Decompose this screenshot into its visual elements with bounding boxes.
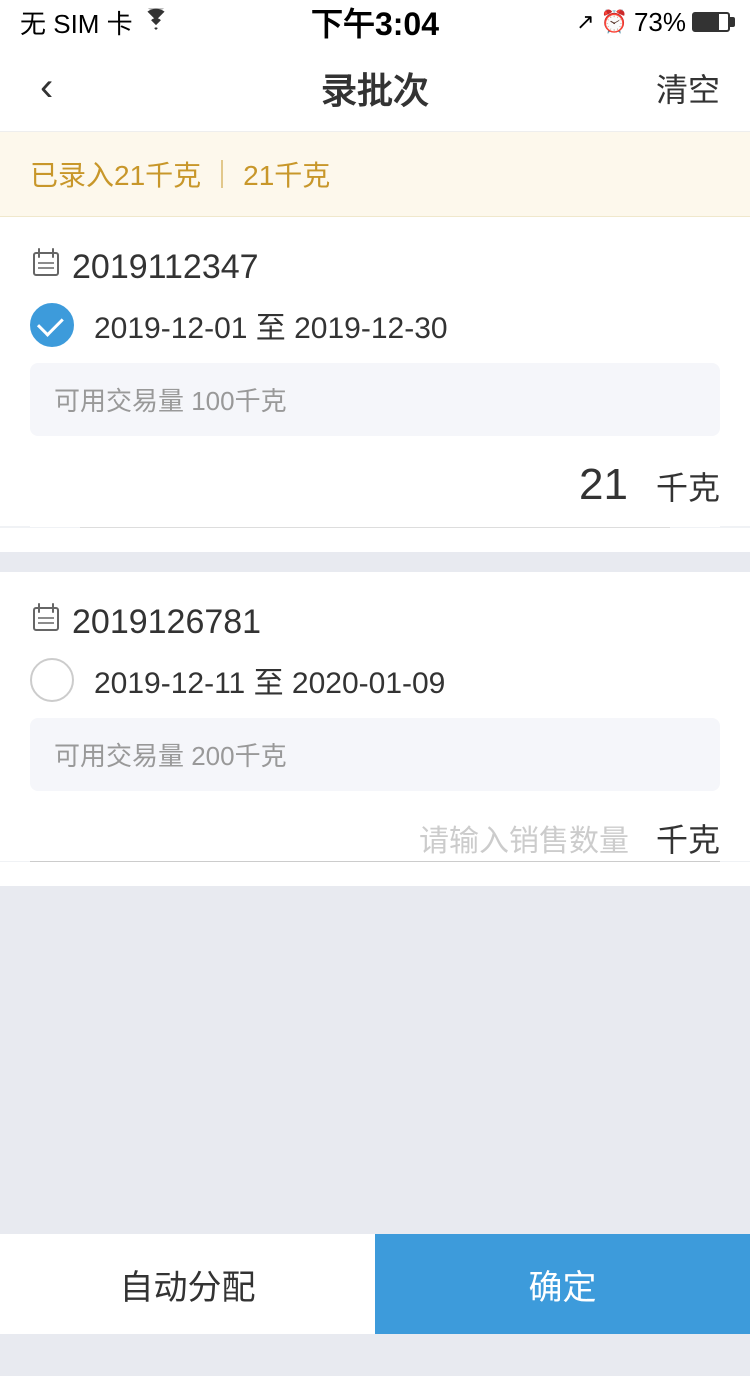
batch-1-radio[interactable] — [30, 303, 74, 347]
battery-icon — [692, 12, 730, 32]
batch-1-qty-row: 21 千克 — [0, 436, 750, 526]
batch-1-date: 2019-12-01 至 2019-12-30 — [94, 303, 448, 347]
batch-1-date-row: 2019-12-01 至 2019-12-30 — [30, 303, 720, 347]
page-title: 录批次 — [321, 62, 429, 114]
batch-2-input-row: 千克 — [0, 791, 750, 861]
status-left: 无 SIM 卡 — [20, 4, 171, 41]
batch-2-qty-input[interactable] — [344, 821, 644, 860]
section-divider — [0, 552, 750, 572]
recorded-value: 21千克 — [243, 154, 330, 194]
status-time: 下午3:04 — [311, 0, 439, 45]
auto-distribute-button[interactable]: 自动分配 — [0, 1234, 375, 1334]
confirm-button[interactable]: 确定 — [375, 1234, 750, 1334]
batch-1-card: 2019112347 2019-12-01 至 2019-12-30 可用交易量… — [0, 217, 750, 436]
batch-1-spacer — [0, 528, 750, 552]
back-button[interactable]: ‹ — [30, 55, 63, 120]
info-divider — [221, 160, 223, 188]
content-area: 2019112347 2019-12-01 至 2019-12-30 可用交易量… — [0, 217, 750, 1376]
bottom-bar: 自动分配 确定 — [0, 1234, 750, 1334]
batch-2-id: 2019126781 — [72, 603, 261, 642]
batch-2-date: 2019-12-11 至 2020-01-09 — [94, 658, 445, 702]
batch-1-qty-unit: 千克 — [656, 463, 720, 509]
alarm-icon: ⏰ — [601, 9, 628, 35]
status-right: ↗ ⏰ 73% — [576, 7, 730, 38]
recorded-label: 已录入21千克 — [30, 154, 201, 194]
batch-1-icon — [30, 247, 62, 287]
wifi-icon — [141, 8, 171, 37]
clear-button[interactable]: 清空 — [656, 65, 720, 111]
status-bar: 无 SIM 卡 下午3:04 ↗ ⏰ 73% — [0, 0, 750, 44]
batch-2-card: 2019126781 2019-12-11 至 2020-01-09 可用交易量… — [0, 572, 750, 791]
info-banner: 已录入21千克 21千克 — [0, 132, 750, 217]
location-icon: ↗ — [576, 9, 594, 35]
batch-2-input-unit: 千克 — [656, 815, 720, 861]
batch-2-radio[interactable] — [30, 658, 74, 702]
carrier-text: 无 SIM 卡 — [20, 4, 133, 41]
batch-2-icon — [30, 602, 62, 642]
batch-2-date-row: 2019-12-11 至 2020-01-09 — [30, 658, 720, 702]
battery-text: 73% — [634, 7, 686, 38]
batch-1-available: 可用交易量 100千克 — [30, 363, 720, 436]
batch-2-header: 2019126781 — [30, 602, 720, 642]
batch-1-qty-value: 21 — [579, 460, 628, 510]
batch-1-header: 2019112347 — [30, 247, 720, 287]
batch-1-id: 2019112347 — [72, 248, 259, 287]
nav-bar: ‹ 录批次 清空 — [0, 44, 750, 132]
batch-2-available: 可用交易量 200千克 — [30, 718, 720, 791]
batch-2-spacer — [0, 862, 750, 886]
